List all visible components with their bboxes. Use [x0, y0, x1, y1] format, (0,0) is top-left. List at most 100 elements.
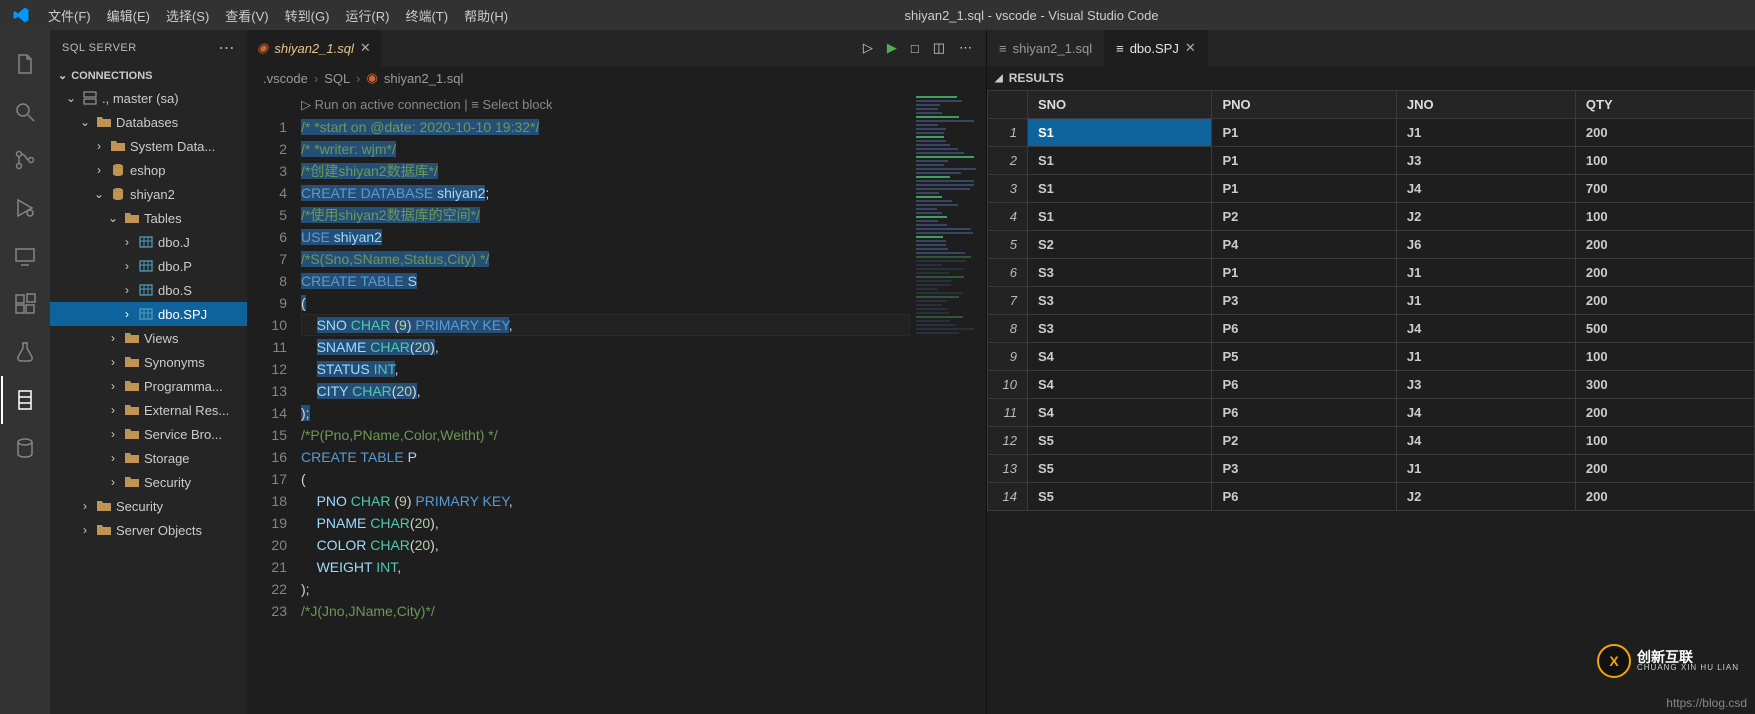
table-row[interactable]: 11S4P6J4200 — [988, 399, 1755, 427]
table-row[interactable]: 2S1P1J3100 — [988, 147, 1755, 175]
activity-bar — [0, 30, 50, 714]
tree-node[interactable]: ⌄Tables — [50, 206, 247, 230]
code-line[interactable]: /*创建shiyan2数据库*/ — [301, 160, 910, 182]
code-line[interactable]: STATUS INT, — [301, 358, 910, 380]
tree-node[interactable]: ⌄Databases — [50, 110, 247, 134]
code-line[interactable]: /*使用shiyan2数据库的空间*/ — [301, 204, 910, 226]
tree-node[interactable]: ›Server Objects — [50, 518, 247, 542]
code-line[interactable]: ( — [301, 468, 910, 490]
tree-node[interactable]: ›dbo.J — [50, 230, 247, 254]
sql-server-icon[interactable] — [1, 376, 49, 424]
tree-label: dbo.S — [158, 283, 192, 298]
tree-node[interactable]: ›External Res... — [50, 398, 247, 422]
tree-node[interactable]: ›eshop — [50, 158, 247, 182]
tree-node[interactable]: ⌄., master (sa) — [50, 86, 247, 110]
tree-node[interactable]: ›dbo.P — [50, 254, 247, 278]
menu-item[interactable]: 选择(S) — [158, 6, 217, 25]
connections-header[interactable]: ⌄CONNECTIONS — [50, 65, 247, 86]
table-row[interactable]: 7S3P3J1200 — [988, 287, 1755, 315]
table-row[interactable]: 1S1P1J1200 — [988, 119, 1755, 147]
results-grid[interactable]: SNOPNOJNOQTY1S1P1J12002S1P1J31003S1P1J47… — [987, 90, 1755, 714]
tree-node[interactable]: ⌄shiyan2 — [50, 182, 247, 206]
database-icon[interactable] — [1, 424, 49, 472]
menu-item[interactable]: 帮助(H) — [456, 6, 516, 25]
code-line[interactable]: /*S(Sno,SName,Status,City) */ — [301, 248, 910, 270]
editor-tab-shiyan2[interactable]: ◉ shiyan2_1.sql ✕ — [247, 30, 382, 66]
code-line[interactable]: PNAME CHAR(20), — [301, 512, 910, 534]
code-line[interactable]: PNO CHAR (9) PRIMARY KEY, — [301, 490, 910, 512]
menu-item[interactable]: 转到(G) — [277, 6, 338, 25]
table-row[interactable]: 6S3P1J1200 — [988, 259, 1755, 287]
code-line[interactable]: CREATE TABLE S — [301, 270, 910, 292]
code-line[interactable]: CREATE DATABASE shiyan2; — [301, 182, 910, 204]
minimap[interactable] — [910, 90, 986, 714]
testing-icon[interactable] — [1, 328, 49, 376]
results-tab-sql[interactable]: ≡ shiyan2_1.sql — [987, 30, 1104, 66]
split-editor-icon[interactable]: ◫ — [933, 40, 945, 56]
code-editor[interactable]: ▷ Run on active connection | ≡ Select bl… — [301, 90, 910, 714]
column-header[interactable]: PNO — [1212, 91, 1396, 119]
tree-node[interactable]: ›Security — [50, 494, 247, 518]
extensions-icon[interactable] — [1, 280, 49, 328]
code-line[interactable]: SNO CHAR (9) PRIMARY KEY, — [301, 314, 910, 336]
close-icon[interactable]: ✕ — [1185, 40, 1196, 56]
tree-node[interactable]: ›Synonyms — [50, 350, 247, 374]
table-row[interactable]: 8S3P6J4500 — [988, 315, 1755, 343]
code-line[interactable]: ( — [301, 292, 910, 314]
table-row[interactable]: 4S1P2J2100 — [988, 203, 1755, 231]
table-row[interactable]: 3S1P1J4700 — [988, 175, 1755, 203]
more-actions-icon[interactable]: ⋯ — [959, 40, 972, 56]
code-line[interactable]: SNAME CHAR(20), — [301, 336, 910, 358]
code-line[interactable]: /*J(Jno,JName,City)*/ — [301, 600, 910, 622]
menu-item[interactable]: 文件(F) — [40, 6, 99, 25]
code-line[interactable]: WEIGHT INT, — [301, 556, 910, 578]
breadcrumb[interactable]: .vscode› SQL› ◉ shiyan2_1.sql — [247, 66, 986, 90]
more-icon[interactable]: ⋯ — [219, 38, 236, 58]
source-control-icon[interactable] — [1, 136, 49, 184]
run-outline-icon[interactable]: ▷ — [863, 40, 873, 56]
tree-node[interactable]: ›dbo.SPJ — [50, 302, 247, 326]
code-line[interactable]: ); — [301, 402, 910, 424]
menu-item[interactable]: 运行(R) — [337, 6, 397, 25]
table-row[interactable]: 13S5P3J1200 — [988, 455, 1755, 483]
results-tab-spj[interactable]: ≡ dbo.SPJ ✕ — [1104, 30, 1208, 66]
tree-node[interactable]: ›Views — [50, 326, 247, 350]
menu-item[interactable]: 终端(T) — [397, 6, 456, 25]
tree-node[interactable]: ›System Data... — [50, 134, 247, 158]
remote-icon[interactable] — [1, 232, 49, 280]
folder-icon — [124, 450, 140, 466]
table-row[interactable]: 10S4P6J3300 — [988, 371, 1755, 399]
menu-item[interactable]: 编辑(E) — [99, 6, 158, 25]
code-line[interactable]: USE shiyan2 — [301, 226, 910, 248]
menu-item[interactable]: 查看(V) — [217, 6, 276, 25]
explorer-icon[interactable] — [1, 40, 49, 88]
table-row[interactable]: 12S5P2J4100 — [988, 427, 1755, 455]
results-header[interactable]: ◢ RESULTS — [987, 66, 1755, 90]
run-icon[interactable]: ▶ — [887, 40, 897, 56]
tree-node[interactable]: ›Storage — [50, 446, 247, 470]
table-row[interactable]: 14S5P6J2200 — [988, 483, 1755, 511]
column-header[interactable]: JNO — [1396, 91, 1575, 119]
table-row[interactable]: 5S2P4J6200 — [988, 231, 1755, 259]
folder-icon — [110, 138, 126, 154]
code-line[interactable]: CITY CHAR(20), — [301, 380, 910, 402]
code-line[interactable]: ); — [301, 578, 910, 600]
run-debug-icon[interactable] — [1, 184, 49, 232]
close-icon[interactable]: ✕ — [360, 40, 371, 56]
column-header[interactable]: QTY — [1575, 91, 1754, 119]
code-line[interactable]: /* *start on @date: 2020-10-10 19:32*/ — [301, 116, 910, 138]
table-row[interactable]: 9S4P5J1100 — [988, 343, 1755, 371]
code-line[interactable]: CREATE TABLE P — [301, 446, 910, 468]
code-line[interactable]: /*P(Pno,PName,Color,Weitht) */ — [301, 424, 910, 446]
code-line[interactable]: /* *writer: wjm*/ — [301, 138, 910, 160]
code-line[interactable]: COLOR CHAR(20), — [301, 534, 910, 556]
tree-node[interactable]: ›Programma... — [50, 374, 247, 398]
tree-node[interactable]: ›dbo.S — [50, 278, 247, 302]
search-icon[interactable] — [1, 88, 49, 136]
column-header[interactable]: SNO — [1028, 91, 1212, 119]
table-icon — [138, 306, 154, 322]
stop-icon[interactable]: □ — [911, 41, 919, 56]
tree-node[interactable]: ›Service Bro... — [50, 422, 247, 446]
tree-node[interactable]: ›Security — [50, 470, 247, 494]
code-lens[interactable]: ▷ Run on active connection | ≡ Select bl… — [301, 94, 910, 116]
